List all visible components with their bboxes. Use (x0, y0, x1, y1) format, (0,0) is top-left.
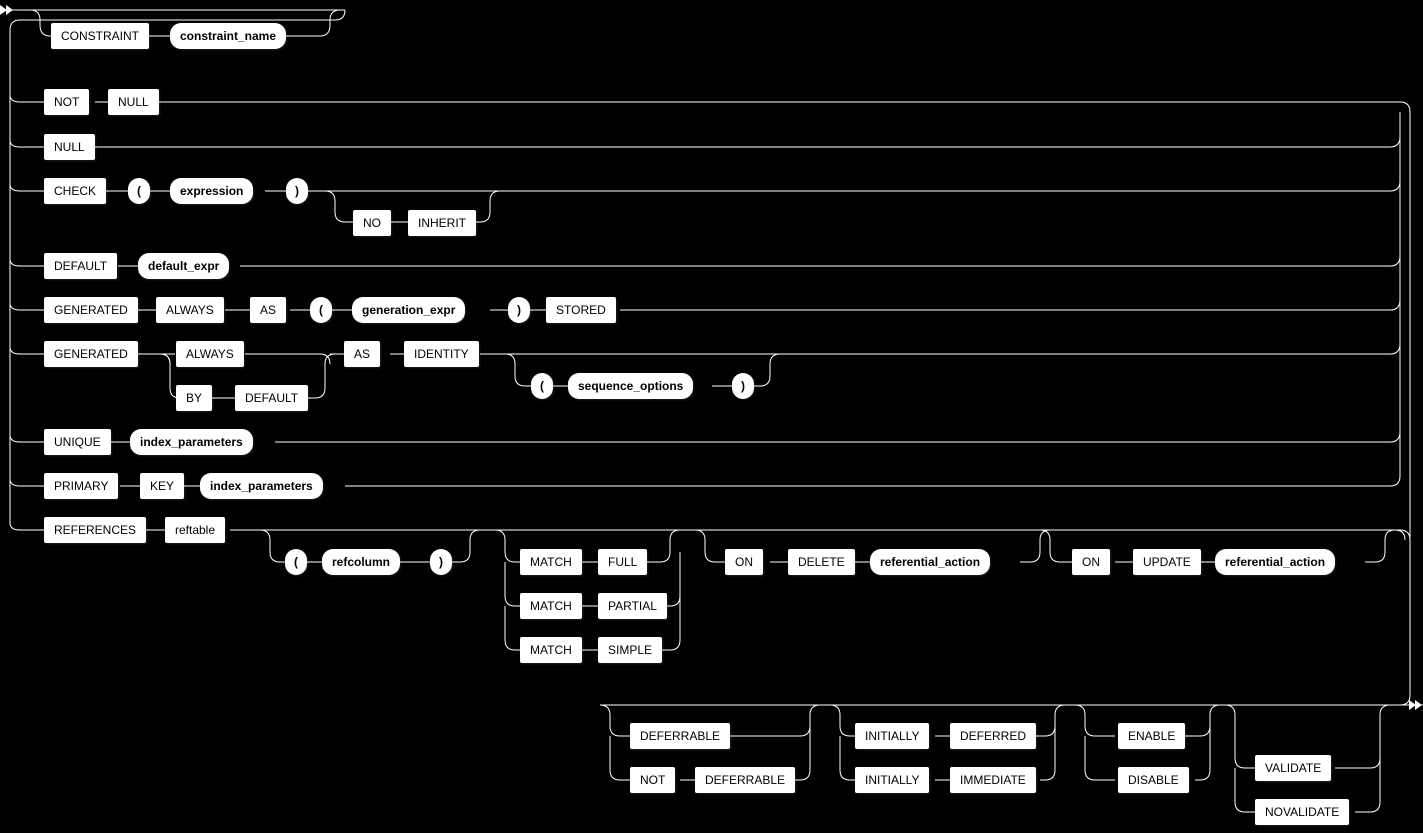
kw-initially1: INITIALLY (855, 723, 929, 749)
kw-constraint: CONSTRAINT (51, 23, 149, 49)
kw-on-del: ON (725, 549, 763, 575)
kw-delete: DELETE (788, 549, 855, 575)
kw-default2: DEFAULT (235, 385, 308, 411)
kw-validate: VALIDATE (1255, 755, 1331, 781)
rule-index-parameters[interactable]: index_parameters (130, 429, 253, 455)
rule-generation-expr[interactable]: generation_expr (352, 297, 465, 323)
rparen-gen: ) (508, 297, 530, 323)
rule-ref-action-upd[interactable]: referential_action (1215, 549, 1335, 575)
kw-by: BY (176, 385, 212, 411)
rparen-ref: ) (430, 549, 452, 575)
rparen-seq: ) (732, 373, 754, 399)
rule-constraint-name[interactable]: constraint_name (170, 23, 286, 49)
end-arrow (1409, 700, 1423, 710)
rule-sequence-options[interactable]: sequence_options (568, 373, 693, 399)
rule-ref-action-del[interactable]: referential_action (870, 549, 990, 575)
kw-always2: ALWAYS (176, 341, 244, 367)
kw-novalidate: NOVALIDATE (1255, 799, 1349, 825)
kw-always: ALWAYS (156, 297, 224, 323)
kw-null2: NULL (44, 134, 95, 160)
kw-partial: PARTIAL (598, 593, 667, 619)
kw-deferrable: DEFERRABLE (630, 723, 730, 749)
kw-inherit: INHERIT (408, 210, 476, 236)
kw-reftable[interactable]: reftable (165, 517, 225, 543)
kw-null: NULL (108, 89, 159, 115)
kw-match1: MATCH (520, 549, 582, 575)
rparen-check: ) (286, 178, 308, 204)
kw-stored: STORED (546, 297, 616, 323)
kw-as2: AS (344, 341, 380, 367)
kw-identity: IDENTITY (404, 341, 479, 367)
kw-immediate: IMMEDIATE (950, 767, 1036, 793)
kw-not: NOT (44, 89, 89, 115)
kw-on-upd: ON (1072, 549, 1110, 575)
kw-key: KEY (140, 473, 184, 499)
kw-default: DEFAULT (44, 253, 117, 279)
kw-check: CHECK (44, 178, 106, 204)
kw-match2: MATCH (520, 593, 582, 619)
lparen-ref: ( (285, 549, 307, 575)
rule-index-parameters2[interactable]: index_parameters (200, 473, 323, 499)
rule-refcolumn[interactable]: refcolumn (322, 549, 400, 575)
start-arrow (0, 5, 14, 15)
kw-generated: GENERATED (44, 297, 138, 323)
kw-references: REFERENCES (44, 517, 146, 543)
kw-update: UPDATE (1133, 549, 1201, 575)
lparen-seq: ( (531, 373, 553, 399)
rule-expression[interactable]: expression (170, 178, 253, 204)
kw-generated2: GENERATED (44, 341, 138, 367)
kw-initially2: INITIALLY (855, 767, 929, 793)
kw-enable: ENABLE (1118, 723, 1185, 749)
kw-match3: MATCH (520, 637, 582, 663)
kw-no: NO (353, 210, 391, 236)
kw-not2: NOT (630, 767, 675, 793)
rule-default-expr[interactable]: default_expr (138, 253, 229, 279)
kw-deferred: DEFERRED (950, 723, 1036, 749)
kw-unique: UNIQUE (44, 429, 111, 455)
kw-as: AS (250, 297, 286, 323)
lparen-gen: ( (310, 297, 332, 323)
kw-disable: DISABLE (1118, 767, 1189, 793)
lparen-check: ( (128, 178, 150, 204)
kw-simple: SIMPLE (598, 637, 662, 663)
kw-primary: PRIMARY (44, 473, 118, 499)
kw-full: FULL (598, 549, 647, 575)
kw-deferrable2: DEFERRABLE (695, 767, 795, 793)
